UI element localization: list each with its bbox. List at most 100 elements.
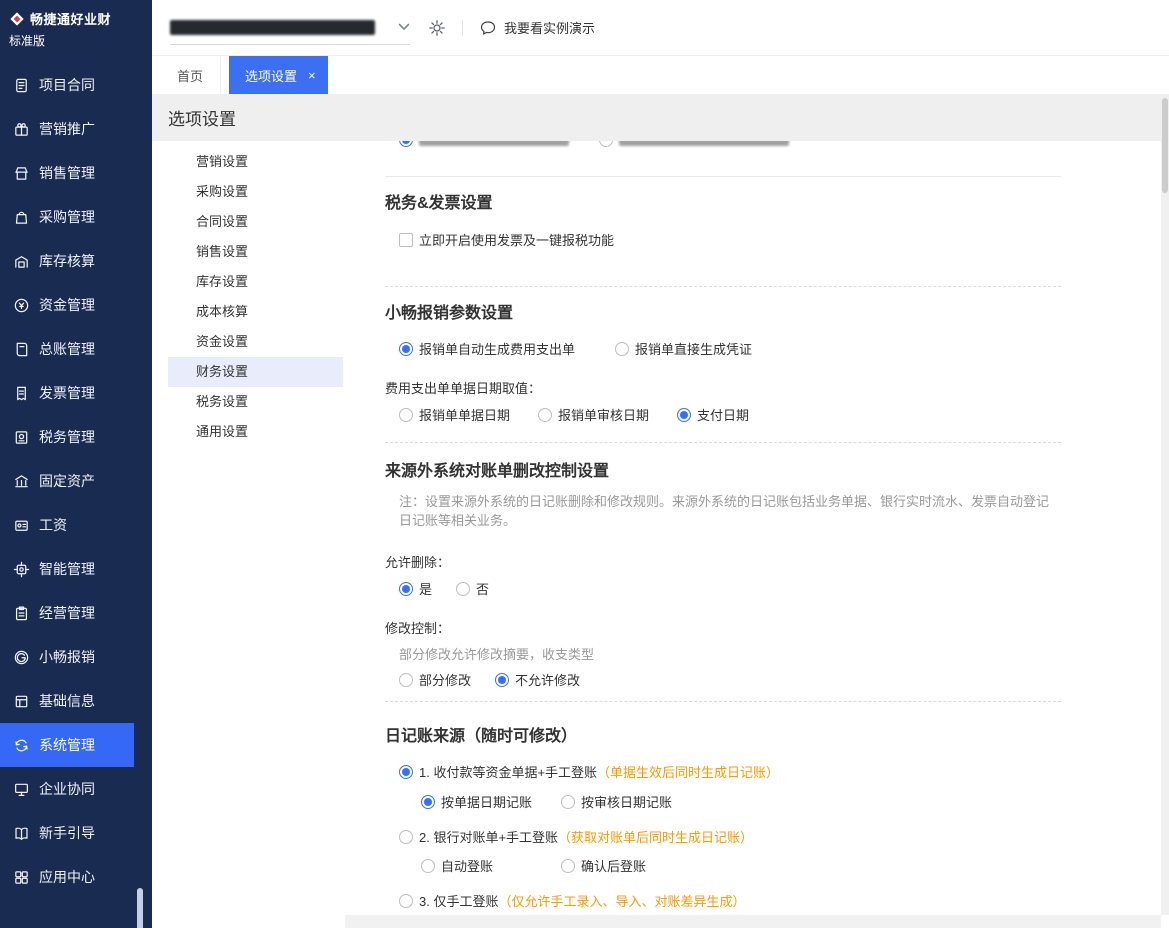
gear-icon[interactable] bbox=[428, 19, 446, 37]
radio-yes[interactable]: 是 bbox=[399, 579, 432, 598]
settings-nav-item-contract[interactable]: 合同设置 bbox=[168, 207, 343, 237]
clipped-radio[interactable] bbox=[399, 141, 413, 147]
brand-subtitle: 标准版 bbox=[9, 34, 46, 48]
sidebar-item-xiaochang-reimburse[interactable]: 小畅报销 bbox=[0, 635, 134, 679]
sidebar-item-enterprise-collab[interactable]: 企业协同 bbox=[0, 767, 134, 811]
radio-payment-date[interactable]: 支付日期 bbox=[677, 405, 749, 424]
settings-nav-item-general[interactable]: 通用设置 bbox=[168, 417, 343, 447]
expense-date-options-row: 报销单单据日期 报销单审核日期 支付日期 bbox=[399, 405, 1061, 424]
sidebar-item-business-management[interactable]: 经营管理 bbox=[0, 591, 134, 635]
vertical-scrollbar-track bbox=[1161, 94, 1169, 915]
app-grid-icon bbox=[15, 870, 28, 884]
sidebar-item-label: 工资 bbox=[39, 517, 67, 533]
radio-no[interactable]: 否 bbox=[456, 579, 489, 598]
horizontal-scrollbar-track[interactable] bbox=[345, 915, 1161, 928]
radio-audit-date[interactable]: 报销单审核日期 bbox=[538, 405, 649, 424]
sidebar-item-payroll[interactable]: 工资 bbox=[0, 503, 134, 547]
clipped-radio[interactable] bbox=[599, 141, 613, 147]
settings-nav-item-marketing[interactable]: 营销设置 bbox=[168, 147, 343, 177]
sidebar-item-beginner-guide[interactable]: 新手引导 bbox=[0, 811, 134, 855]
settings-nav: 营销设置 采购设置 合同设置 销售设置 库存设置 成本核算 资金设置 财务设置 … bbox=[168, 147, 343, 447]
shopping-bag-icon bbox=[15, 211, 28, 224]
modify-options-row: 部分修改 不允许修改 bbox=[399, 670, 1061, 689]
settings-nav-item-tax[interactable]: 税务设置 bbox=[168, 387, 343, 417]
journal-option-1-sub-row: 按单据日期记账 按审核日期记账 bbox=[421, 792, 1061, 811]
sidebar-item-general-ledger[interactable]: 总账管理 bbox=[0, 327, 134, 371]
sidebar-item-basic-info[interactable]: 基础信息 bbox=[0, 679, 134, 723]
radio-circle bbox=[421, 858, 435, 873]
sidebar-item-app-center[interactable]: 应用中心 bbox=[0, 855, 134, 899]
external-source-note: 注：设置来源外系统的日记账删除和修改规则。来源外系统的日记账包括业务单据、银行实… bbox=[399, 494, 1050, 528]
reimburse-options-row: 报销单自动生成费用支出单 报销单直接生成凭证 bbox=[399, 339, 1061, 358]
radio-circle bbox=[538, 407, 553, 422]
sidebar-item-sales[interactable]: 销售管理 bbox=[0, 151, 134, 195]
radio-journal-option-3[interactable]: 3. 仅手工登账 （仅允许手工录入、导入、对账差异生成） bbox=[399, 891, 1061, 910]
sidebar-menu: 项目合同 营销推广 销售管理 采购管理 库存核算 资金管理 总账管理 发票管理 … bbox=[0, 63, 152, 899]
radio-journal-option-2[interactable]: 2. 银行对账单+手工登账 （获取对账单后同时生成日记账） bbox=[399, 827, 1061, 846]
sidebar-item-invoice[interactable]: 发票管理 bbox=[0, 371, 134, 415]
demo-link[interactable]: 我要看实例演示 bbox=[479, 18, 595, 37]
radio-auto-generate-expense-doc[interactable]: 报销单自动生成费用支出单 bbox=[399, 339, 575, 358]
settings-nav-item-cost-accounting[interactable]: 成本核算 bbox=[168, 297, 343, 327]
sidebar-item-marketing[interactable]: 营销推广 bbox=[0, 107, 134, 151]
clipboard-icon bbox=[15, 605, 28, 620]
settings-nav-item-finance[interactable]: 财务设置 bbox=[168, 357, 343, 387]
radio-circle bbox=[399, 341, 413, 356]
tax-seal-icon bbox=[15, 430, 28, 444]
sidebar-item-label: 系统管理 bbox=[39, 737, 95, 753]
sidebar-item-label: 智能管理 bbox=[39, 561, 95, 577]
settings-nav-item-purchase[interactable]: 采购设置 bbox=[168, 177, 343, 207]
sidebar-item-fixed-assets[interactable]: 固定资产 bbox=[0, 459, 134, 503]
radio-direct-generate-voucher[interactable]: 报销单直接生成凭证 bbox=[615, 339, 752, 358]
section-title-tax-invoice: 税务&发票设置 bbox=[385, 195, 493, 212]
checkbox-enable-invoice-tax[interactable]: 立即开启使用发票及一键报税功能 bbox=[399, 230, 1061, 249]
sidebar-scrollbar-thumb[interactable] bbox=[137, 888, 143, 928]
modify-control-note: 部分修改允许修改摘要，收支类型 bbox=[399, 647, 595, 662]
radio-label: 自动登账 bbox=[441, 859, 494, 874]
sidebar-item-smart-management[interactable]: 智能管理 bbox=[0, 547, 134, 591]
radio-label: 部分修改 bbox=[419, 673, 472, 688]
radio-circle bbox=[495, 672, 510, 687]
app-window: 畅捷通好业财 标准版 项目合同 营销推广 销售管理 采购管理 库存核算 资金管理… bbox=[0, 0, 1169, 928]
tab-options-settings[interactable]: 选项设置 × bbox=[229, 56, 328, 94]
settings-nav-item-inventory[interactable]: 库存设置 bbox=[168, 267, 343, 297]
tab-active-label: 选项设置 bbox=[245, 68, 298, 84]
sidebar-item-label: 发票管理 bbox=[39, 385, 95, 401]
radio-partial-modify[interactable]: 部分修改 bbox=[399, 670, 471, 689]
section-title-journal-source: 日记账来源（随时可修改） bbox=[385, 728, 578, 745]
settings-nav-item-funds[interactable]: 资金设置 bbox=[168, 327, 343, 357]
radio-doc-date[interactable]: 报销单单据日期 bbox=[399, 405, 510, 424]
settings-nav-item-sales[interactable]: 销售设置 bbox=[168, 237, 343, 267]
radio-no-modify[interactable]: 不允许修改 bbox=[495, 670, 580, 689]
sidebar-item-inventory[interactable]: 库存核算 bbox=[0, 239, 134, 283]
clipped-text bbox=[419, 141, 569, 146]
radio-journal-option-1[interactable]: 1. 收付款等资金单据+手工登账 （单据生效后同时生成日记账） bbox=[399, 762, 1061, 781]
org-selector[interactable] bbox=[170, 11, 410, 45]
settings-nav-label: 合同设置 bbox=[196, 214, 249, 229]
tab-close-icon[interactable]: × bbox=[308, 68, 316, 83]
checkbox-box[interactable] bbox=[399, 232, 413, 247]
radio-circle bbox=[399, 893, 413, 908]
expense-date-label: 费用支出单单据日期取值： bbox=[385, 381, 542, 396]
sidebar-item-label: 营销推广 bbox=[39, 121, 95, 137]
radio-by-audit-date[interactable]: 按审核日期记账 bbox=[561, 792, 672, 811]
journal-option-2-sub-row: 自动登账 确认后登账 bbox=[421, 856, 1061, 875]
sidebar-item-label: 总账管理 bbox=[39, 341, 95, 357]
sidebar-item-purchase[interactable]: 采购管理 bbox=[0, 195, 134, 239]
clipped-text bbox=[619, 141, 789, 146]
sidebar-item-funds[interactable]: 资金管理 bbox=[0, 283, 134, 327]
radio-by-doc-date[interactable]: 按单据日期记账 bbox=[421, 792, 561, 811]
vertical-scrollbar-thumb[interactable] bbox=[1162, 98, 1168, 193]
page-title-bar: 选项设置 bbox=[152, 94, 1169, 141]
radio-confirm-register[interactable]: 确认后登账 bbox=[561, 856, 646, 875]
sidebar-item-label: 税务管理 bbox=[39, 429, 95, 445]
sidebar-item-system-management[interactable]: 系统管理 bbox=[0, 723, 134, 767]
settings-nav-label: 通用设置 bbox=[196, 424, 249, 439]
sidebar-item-tax[interactable]: 税务管理 bbox=[0, 415, 134, 459]
clipped-setting-row bbox=[399, 141, 1061, 149]
sidebar-item-project-contract[interactable]: 项目合同 bbox=[0, 63, 134, 107]
radio-auto-register[interactable]: 自动登账 bbox=[421, 856, 561, 875]
sidebar-item-label: 销售管理 bbox=[39, 165, 95, 181]
radio-circle bbox=[456, 581, 471, 596]
tab-home[interactable]: 首页 bbox=[160, 56, 222, 94]
